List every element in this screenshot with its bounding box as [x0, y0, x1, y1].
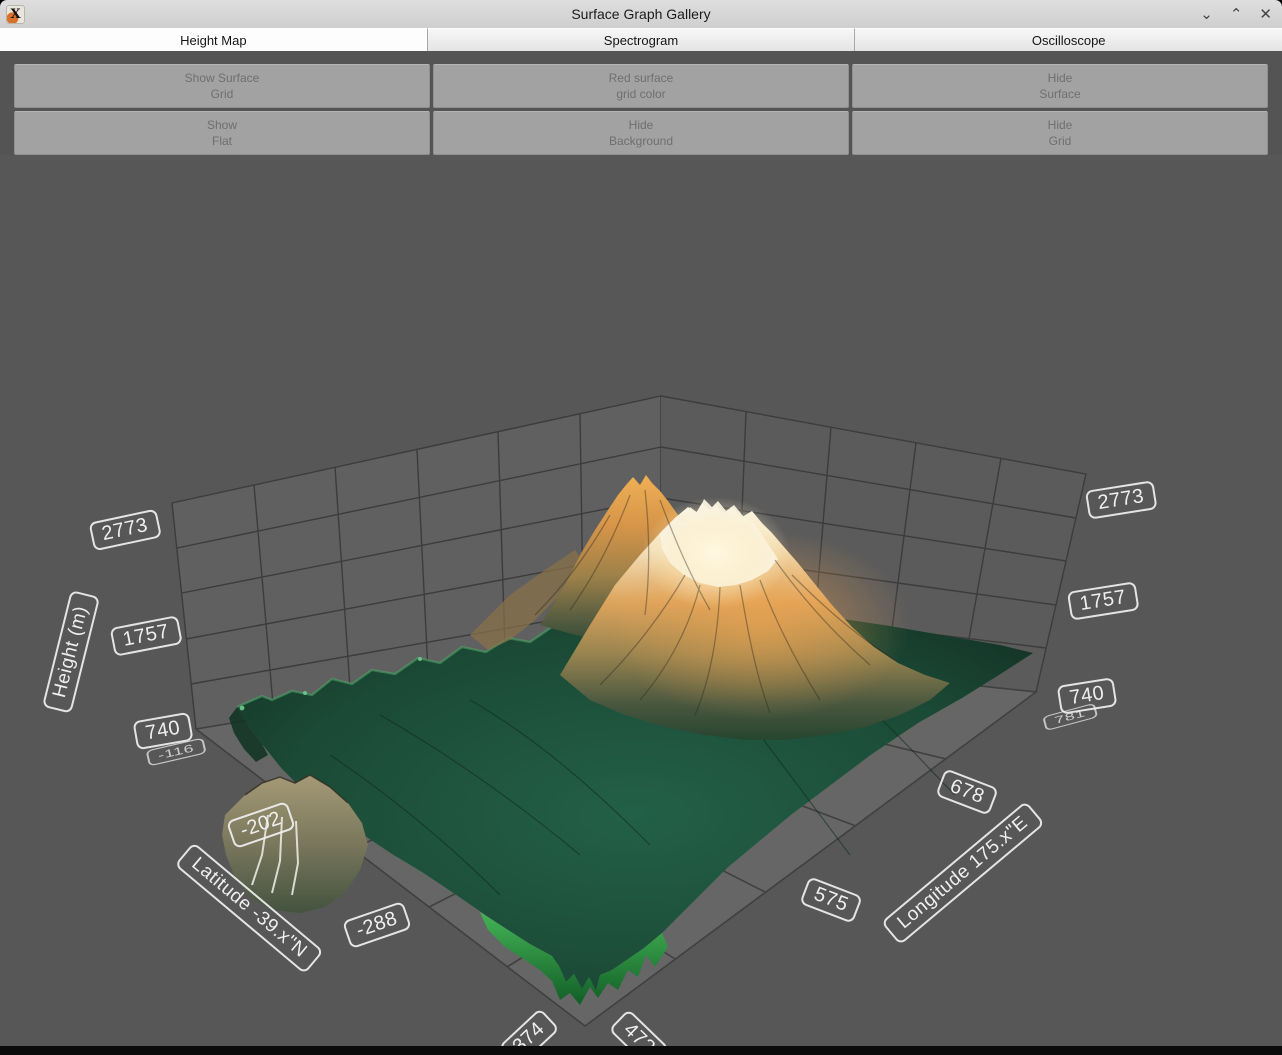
show-surface-grid-button[interactable]: Show Surface Grid [14, 64, 430, 108]
surface-plot [0, 155, 1282, 1046]
minimize-icon[interactable]: ⌄ [1200, 7, 1213, 22]
hide-grid-button[interactable]: Hide Grid [852, 111, 1268, 155]
button-label: Hide [1048, 70, 1073, 86]
close-icon[interactable]: ✕ [1259, 7, 1272, 22]
tab-oscilloscope[interactable]: Oscilloscope [855, 28, 1282, 51]
tab-height-map[interactable]: Height Map [0, 28, 428, 51]
maximize-icon[interactable]: ⌃ [1230, 7, 1243, 22]
hide-background-button[interactable]: Hide Background [433, 111, 849, 155]
button-label: Flat [212, 133, 232, 149]
show-flat-button[interactable]: Show Flat [14, 111, 430, 155]
tab-spectrogram[interactable]: Spectrogram [428, 28, 856, 51]
button-label: Red surface [609, 70, 674, 86]
button-label: Show Surface [185, 70, 260, 86]
application-window: X Surface Graph Gallery ⌄ ⌃ ✕ Height Map… [0, 0, 1282, 1055]
window-title: Surface Graph Gallery [0, 6, 1282, 22]
button-label: grid color [616, 86, 665, 102]
title-bar[interactable]: X Surface Graph Gallery ⌄ ⌃ ✕ [0, 0, 1282, 28]
button-label: Show [207, 117, 237, 133]
surface-grid-color-button[interactable]: Red surface grid color [433, 64, 849, 108]
tab-bar: Height Map Spectrogram Oscilloscope [0, 28, 1282, 51]
surface-3d-viewport[interactable] [0, 155, 1282, 1046]
button-label: Hide [629, 117, 654, 133]
window-bottom-edge [0, 1046, 1282, 1055]
snow-glow [642, 497, 790, 609]
control-button-panel: Show Surface Grid Red surface grid color… [0, 51, 1282, 155]
button-label: Hide [1048, 117, 1073, 133]
button-label: Grid [1049, 133, 1072, 149]
button-label: Grid [211, 86, 234, 102]
button-label: Background [609, 133, 673, 149]
button-label: Surface [1039, 86, 1080, 102]
hide-surface-button[interactable]: Hide Surface [852, 64, 1268, 108]
